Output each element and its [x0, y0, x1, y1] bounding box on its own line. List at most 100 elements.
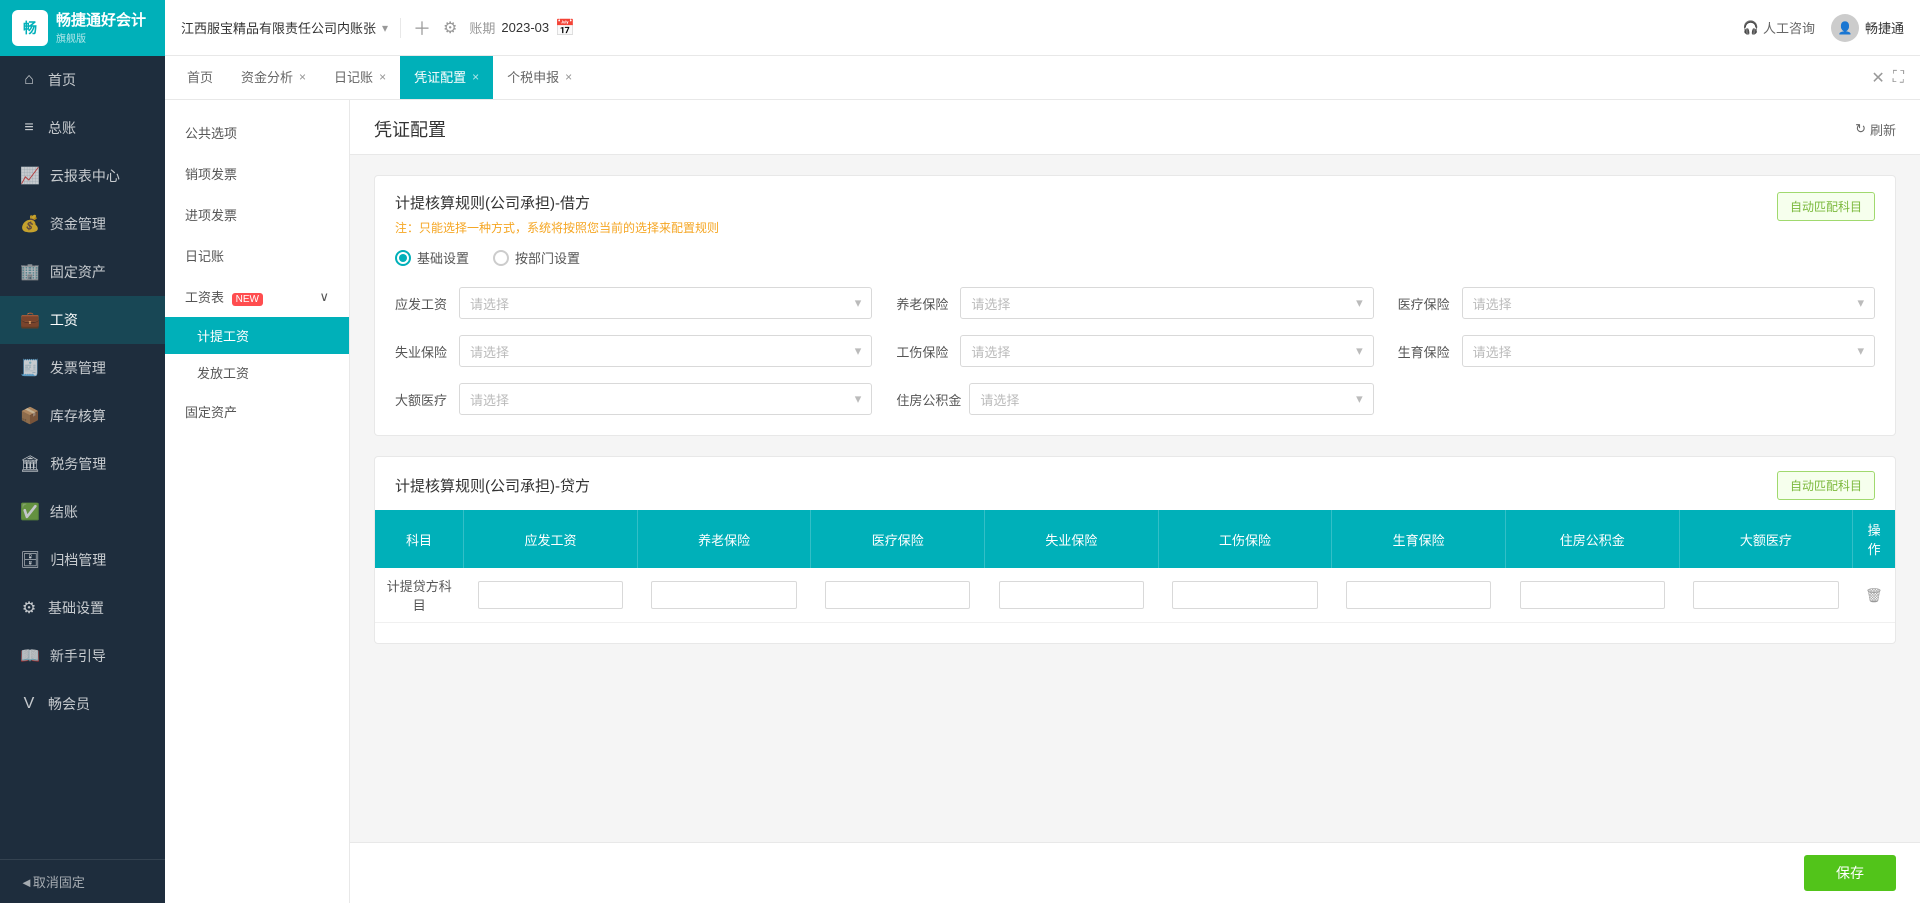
sidebar-item-reports[interactable]: 📈 云报表中心 — [0, 152, 165, 200]
cell-工伤保险[interactable] — [1158, 568, 1332, 623]
input-住房公积金[interactable] — [1520, 581, 1665, 609]
select-placeholder-生育保险: 请选择 — [1473, 342, 1512, 361]
expand-icon[interactable]: ⛶ — [1893, 69, 1904, 87]
sidebar-item-ledger[interactable]: ≡ 总账 — [0, 104, 165, 152]
select-placeholder-大额医疗: 请选择 — [470, 390, 509, 409]
company-name: 江西服宝精品有限责任公司内账张 — [181, 18, 376, 37]
sub-nav-fixed-assets[interactable]: 固定资产 — [165, 391, 349, 432]
radio-dept-setting[interactable]: 按部门设置 — [493, 248, 580, 267]
page-title: 凭证配置 — [374, 116, 446, 142]
cell-住房公积金[interactable] — [1505, 568, 1679, 623]
sidebar-item-label-salary: 工资 — [50, 310, 78, 330]
input-应发工资[interactable] — [478, 581, 623, 609]
sidebar-item-inventory[interactable]: 📦 库存核算 — [0, 392, 165, 440]
input-大额医疗[interactable] — [1693, 581, 1838, 609]
select-应发工资[interactable]: 请选择 ▾ — [459, 287, 872, 319]
sub-nav-journal[interactable]: 日记账 — [165, 235, 349, 276]
refresh-icon: ↻ — [1855, 121, 1866, 137]
select-大额医疗[interactable]: 请选择 ▾ — [459, 383, 872, 415]
auto-match-debit-button[interactable]: 自动匹配科目 — [1777, 192, 1875, 221]
cell-生育保险[interactable] — [1332, 568, 1506, 623]
ledger-icon: ≡ — [20, 119, 38, 137]
period-selector[interactable]: 账期 2023-03 📅 — [469, 18, 575, 38]
cell-失业保险[interactable] — [985, 568, 1159, 623]
select-placeholder-医疗保险: 请选择 — [1473, 294, 1512, 313]
cell-医疗保险[interactable] — [811, 568, 985, 623]
input-医疗保险[interactable] — [825, 581, 970, 609]
debit-form-grid: 应发工资 请选择 ▾ 养老保险 请选择 ▾ — [375, 279, 1895, 435]
delete-icon[interactable]: 🗑 — [1865, 587, 1883, 603]
radio-basic-setting[interactable]: 基础设置 — [395, 248, 469, 267]
company-selector[interactable]: 江西服宝精品有限责任公司内账张 ▾ — [181, 18, 388, 37]
logo-subtitle: 旗舰版 — [56, 30, 146, 45]
add-tab-button[interactable]: ＋ — [413, 15, 431, 41]
save-button[interactable]: 保存 — [1804, 855, 1896, 891]
sidebar-item-tax[interactable]: 🏛 税务管理 — [0, 440, 165, 488]
cell-大额医疗[interactable] — [1679, 568, 1853, 623]
select-医疗保险[interactable]: 请选择 ▾ — [1462, 287, 1875, 319]
sub-nav-pay-salary[interactable]: 发放工资 — [165, 354, 349, 391]
input-工伤保险[interactable] — [1172, 581, 1317, 609]
refresh-button[interactable]: ↻ 刷新 — [1855, 120, 1896, 139]
tab-funds-analysis[interactable]: 资金分析 × — [227, 56, 320, 99]
col-养老保险: 养老保险 — [637, 510, 811, 568]
service-button[interactable]: 🎧 人工咨询 — [1743, 18, 1815, 37]
tab-voucher-config[interactable]: 凭证配置 × — [400, 56, 493, 99]
cell-养老保险[interactable] — [637, 568, 811, 623]
label-失业保险: 失业保险 — [395, 342, 451, 361]
user-menu[interactable]: 👤 畅捷通 — [1831, 14, 1904, 42]
col-操作: 操作 — [1853, 510, 1895, 568]
tab-close-funds[interactable]: × — [299, 70, 306, 84]
credit-table-section: 科目 应发工资 养老保险 医疗保险 失业保险 工伤保险 生育保险 住房公积金 大… — [375, 510, 1895, 623]
tab-voucher-label: 凭证配置 — [414, 67, 466, 86]
cell-应发工资[interactable] — [464, 568, 638, 623]
close-tab-icon[interactable]: ✕ — [1871, 68, 1884, 88]
gear-icon[interactable]: ⚙ — [443, 18, 457, 38]
tab-tax-report[interactable]: 个税申报 × — [493, 56, 586, 99]
tab-journal[interactable]: 日记账 × — [320, 56, 400, 99]
sidebar-item-label-vip: 畅会员 — [48, 694, 90, 714]
chevron-工伤保险: ▾ — [1356, 343, 1363, 359]
input-生育保险[interactable] — [1346, 581, 1491, 609]
label-生育保险: 生育保险 — [1398, 342, 1454, 361]
input-养老保险[interactable] — [651, 581, 796, 609]
sidebar-item-invoice[interactable]: 🧾 发票管理 — [0, 344, 165, 392]
sub-nav-purchase[interactable]: 进项发票 — [165, 194, 349, 235]
select-养老保险[interactable]: 请选择 ▾ — [960, 287, 1373, 319]
sidebar-item-assets[interactable]: 🏢 固定资产 — [0, 248, 165, 296]
select-生育保险[interactable]: 请选择 ▾ — [1462, 335, 1875, 367]
tab-close-journal[interactable]: × — [379, 70, 386, 84]
tab-journal-label: 日记账 — [334, 67, 373, 86]
cell-action[interactable]: 🗑 — [1853, 568, 1895, 623]
sidebar-item-label-reports: 云报表中心 — [50, 166, 120, 186]
label-医疗保险: 医疗保险 — [1398, 294, 1454, 313]
tab-close-tax[interactable]: × — [565, 70, 572, 84]
sub-nav: 公共选项 销项发票 进项发票 日记账 工资表 NEW ∨ 计提工资 — [165, 100, 350, 903]
select-工伤保险[interactable]: 请选择 ▾ — [960, 335, 1373, 367]
sidebar-item-guide[interactable]: 📖 新手引导 — [0, 632, 165, 680]
sidebar-item-checkout[interactable]: ✅ 结账 — [0, 488, 165, 536]
sidebar-item-salary[interactable]: 💼 工资 — [0, 296, 165, 344]
funds-icon: 💰 — [20, 214, 40, 234]
sub-nav-sales[interactable]: 销项发票 — [165, 153, 349, 194]
select-失业保险[interactable]: 请选择 ▾ — [459, 335, 872, 367]
radio-circle-dept — [493, 250, 509, 266]
sidebar-item-settings[interactable]: ⚙ 基础设置 — [0, 584, 165, 632]
sub-nav-public[interactable]: 公共选项 — [165, 112, 349, 153]
sidebar-footer-cancel-pin[interactable]: ◄取消固定 — [0, 859, 165, 903]
guide-icon: 📖 — [20, 646, 40, 666]
form-item-生育保险: 生育保险 请选择 ▾ — [1398, 335, 1875, 367]
input-失业保险[interactable] — [999, 581, 1144, 609]
calendar-icon[interactable]: 📅 — [555, 18, 575, 38]
sidebar-item-home[interactable]: ⌂ 首页 — [0, 56, 165, 104]
sidebar-item-vip[interactable]: V 畅会员 — [0, 680, 165, 728]
form-item-大额医疗: 大额医疗 请选择 ▾ — [395, 383, 872, 415]
sidebar-item-archive[interactable]: 🗄 归档管理 — [0, 536, 165, 584]
tab-home[interactable]: 首页 — [173, 56, 227, 99]
sidebar-item-funds[interactable]: 💰 资金管理 — [0, 200, 165, 248]
tab-close-voucher[interactable]: × — [472, 70, 479, 84]
select-住房公积金[interactable]: 请选择 ▾ — [969, 383, 1373, 415]
auto-match-credit-button[interactable]: 自动匹配科目 — [1777, 471, 1875, 500]
sub-nav-salary-table[interactable]: 工资表 NEW ∨ — [165, 276, 349, 317]
sub-nav-calc-salary[interactable]: 计提工资 — [165, 317, 349, 354]
